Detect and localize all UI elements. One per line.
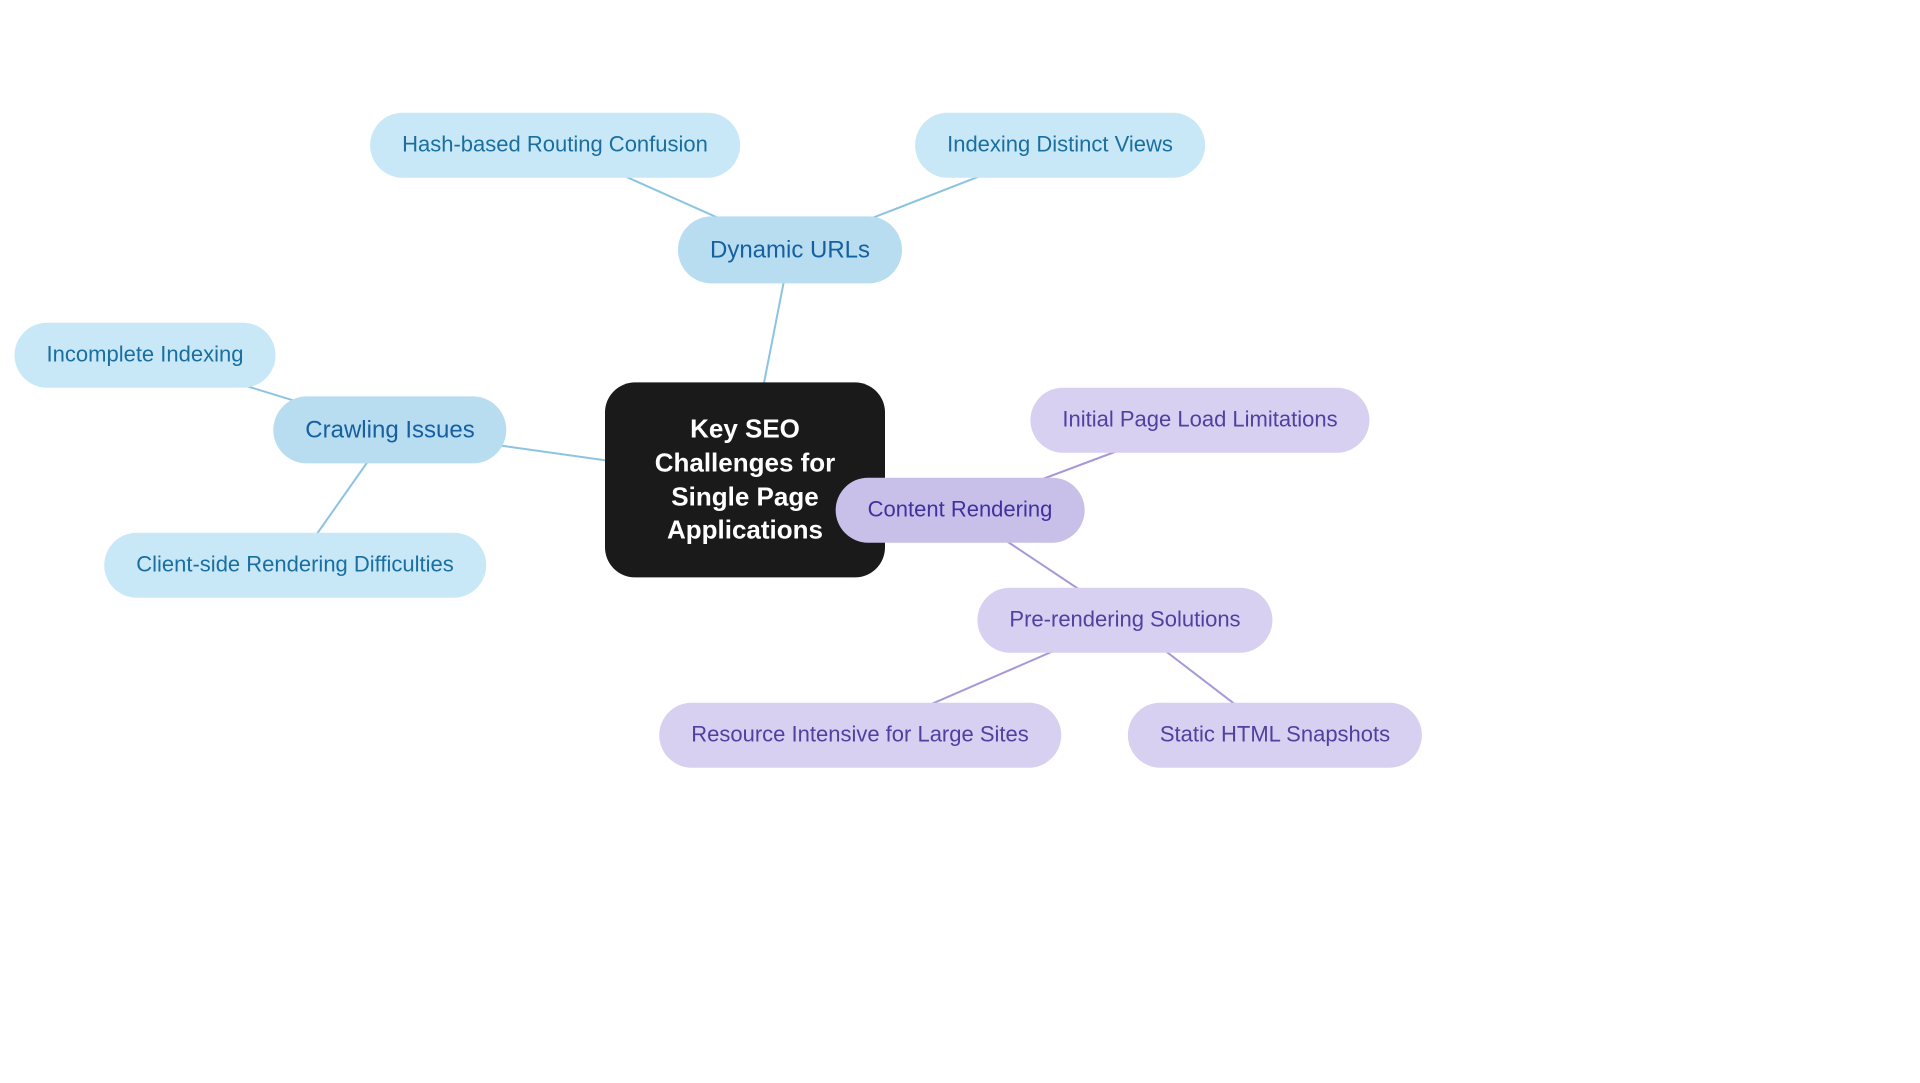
mind-map: Key SEO Challenges for Single Page Appli… — [0, 0, 1920, 1083]
crawling-issues-node: Crawling Issues — [273, 396, 506, 463]
pre-rendering-node: Pre-rendering Solutions — [977, 588, 1272, 653]
content-rendering-node: Content Rendering — [836, 478, 1085, 543]
hash-routing-node: Hash-based Routing Confusion — [370, 113, 740, 178]
initial-page-load-node: Initial Page Load Limitations — [1030, 388, 1369, 453]
indexing-distinct-node: Indexing Distinct Views — [915, 113, 1205, 178]
resource-intensive-node: Resource Intensive for Large Sites — [659, 703, 1061, 768]
client-side-rendering-node: Client-side Rendering Difficulties — [104, 533, 486, 598]
dynamic-urls-node: Dynamic URLs — [678, 216, 902, 283]
center-node: Key SEO Challenges for Single Page Appli… — [605, 382, 885, 577]
static-html-node: Static HTML Snapshots — [1128, 703, 1422, 768]
incomplete-indexing-node: Incomplete Indexing — [15, 323, 276, 388]
